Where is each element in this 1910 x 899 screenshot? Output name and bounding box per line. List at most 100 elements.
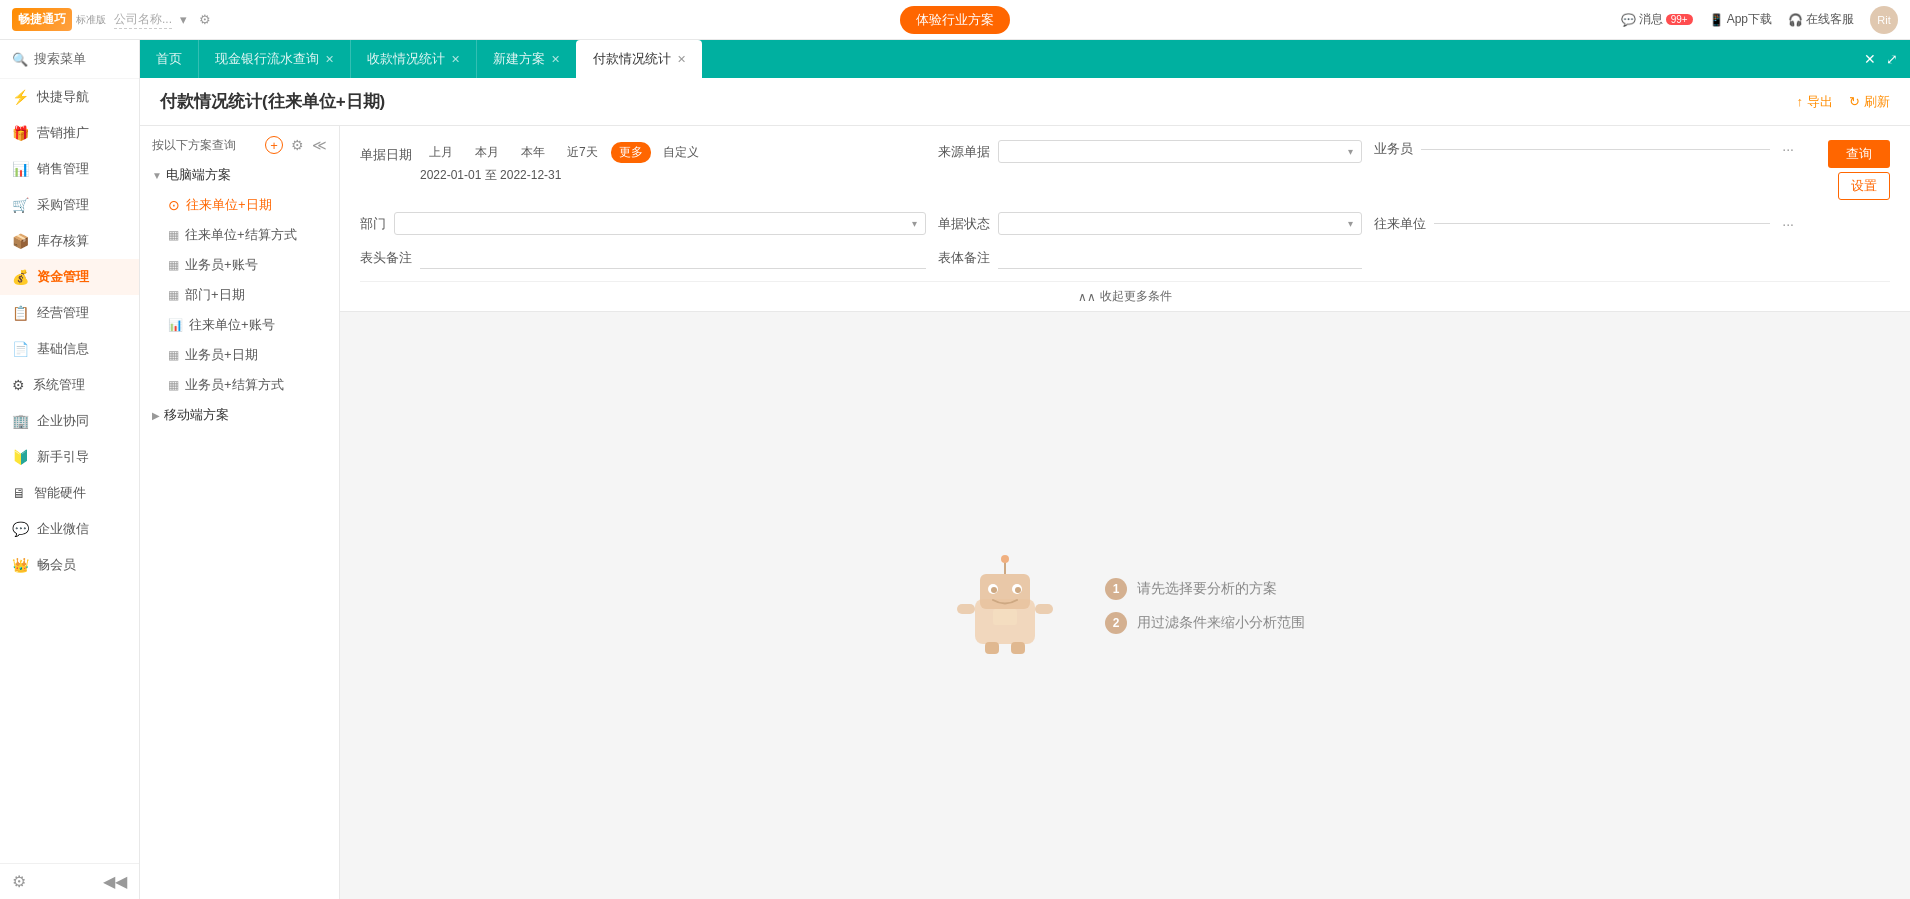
dept-label: 部门 xyxy=(360,215,386,233)
settings-icon[interactable]: ⚙ xyxy=(199,12,211,27)
sidebar-item-sales[interactable]: 📊 销售管理 xyxy=(0,151,139,187)
scheme-group-pc: ▼ 电脑端方案 ⊙ 往来单位+日期 ▦ 往来单位+结算方式 ▦ 业务员+账号 xyxy=(140,160,339,400)
tab-home[interactable]: 首页 xyxy=(140,40,198,78)
tip2-num: 2 xyxy=(1105,612,1127,634)
scheme-item-unit-date[interactable]: ⊙ 往来单位+日期 xyxy=(140,190,339,220)
date-option-7days[interactable]: 近7天 xyxy=(558,140,607,165)
settings-bottom-icon[interactable]: ⚙ xyxy=(12,872,26,891)
tab-close-new-scheme[interactable]: ✕ xyxy=(551,53,560,66)
avatar[interactable]: Rit xyxy=(1870,6,1898,34)
pc-group-expand-icon: ▼ xyxy=(152,170,162,181)
scheme-group-mobile-title[interactable]: ▶ 移动端方案 xyxy=(140,400,339,430)
basic-info-icon: 📄 xyxy=(12,341,29,357)
svg-rect-11 xyxy=(1011,642,1025,654)
tab-close-bank-flow[interactable]: ✕ xyxy=(325,53,334,66)
partner-label: 往来单位 xyxy=(1374,215,1426,233)
sidebar-item-system[interactable]: ⚙ 系统管理 xyxy=(0,367,139,403)
sidebar-item-finance[interactable]: 💰 资金管理 xyxy=(0,259,139,295)
sales-icon: 📊 xyxy=(12,161,29,177)
date-range: 2022-01-01 至 2022-12-31 xyxy=(420,167,707,184)
date-option-last-month[interactable]: 上月 xyxy=(420,140,462,165)
scheme-item-staff-account[interactable]: ▦ 业务员+账号 xyxy=(140,250,339,280)
tab-close-all-icon[interactable]: ✕ xyxy=(1864,51,1876,67)
page-header: 付款情况统计(往来单位+日期) ↑ 导出 ↻ 刷新 xyxy=(140,78,1910,126)
tab-receipt-stats[interactable]: 收款情况统计 ✕ xyxy=(350,40,476,78)
sidebar-item-basic-info[interactable]: 📄 基础信息 xyxy=(0,331,139,367)
empty-illustration xyxy=(945,544,1065,667)
sidebar-item-quick-nav[interactable]: ⚡ 快捷导航 xyxy=(0,79,139,115)
trial-btn[interactable]: 体验行业方案 xyxy=(900,6,1010,34)
svg-rect-9 xyxy=(1035,604,1053,614)
tab-bank-flow[interactable]: 现金银行流水查询 ✕ xyxy=(198,40,350,78)
svg-rect-10 xyxy=(985,642,999,654)
scheme-item-dept-date[interactable]: ▦ 部门+日期 xyxy=(140,280,339,310)
svg-rect-12 xyxy=(993,609,1017,625)
svg-rect-8 xyxy=(957,604,975,614)
date-option-this-month[interactable]: 本月 xyxy=(466,140,508,165)
inventory-icon: 📦 xyxy=(12,233,29,249)
dropdown-icon[interactable]: ▾ xyxy=(180,12,187,27)
scheme-item-unit-settle-icon: ▦ xyxy=(168,228,179,242)
settings-filter-btn[interactable]: 设置 xyxy=(1838,172,1890,200)
sidebar: 🔍 搜索菜单 ⚡ 快捷导航 🎁 营销推广 📊 销售管理 🛒 采购管理 📦 库存核… xyxy=(0,40,140,899)
export-btn[interactable]: ↑ 导出 xyxy=(1797,93,1834,111)
quick-nav-icon: ⚡ xyxy=(12,89,29,105)
sidebar-item-enterprise[interactable]: 🏢 企业协同 xyxy=(0,403,139,439)
staff-label: 业务员 xyxy=(1374,140,1413,158)
sidebar-item-operation[interactable]: 📋 经营管理 xyxy=(0,295,139,331)
hardware-icon: 🖥 xyxy=(12,485,26,501)
scheme-item-staff-account-icon: ▦ xyxy=(168,258,179,272)
sidebar-item-purchase[interactable]: 🛒 采购管理 xyxy=(0,187,139,223)
tab-payment-stats[interactable]: 付款情况统计 ✕ xyxy=(576,40,702,78)
date-option-more[interactable]: 更多 xyxy=(611,142,651,163)
sidebar-item-member[interactable]: 👑 畅会员 xyxy=(0,547,139,583)
main-body: 按以下方案查询 + ⚙ ≪ ▼ 电脑端方案 ⊙ 往来单位+日期 xyxy=(140,126,1910,899)
collapse-sidebar-icon[interactable]: ◀◀ xyxy=(103,872,127,891)
marketing-icon: 🎁 xyxy=(12,125,29,141)
app-icon: 📱 xyxy=(1709,13,1724,27)
sidebar-item-wechat[interactable]: 💬 企业微信 xyxy=(0,511,139,547)
scheme-item-staff-date[interactable]: ▦ 业务员+日期 xyxy=(140,340,339,370)
scheme-collapse-btn[interactable]: ≪ xyxy=(312,137,327,153)
query-btn[interactable]: 查询 xyxy=(1828,140,1890,168)
sidebar-item-hardware[interactable]: 🖥 智能硬件 xyxy=(0,475,139,511)
scheme-add-btn[interactable]: + xyxy=(265,136,283,154)
enterprise-icon: 🏢 xyxy=(12,413,29,429)
finance-icon: 💰 xyxy=(12,269,29,285)
msg-icon: 💬 xyxy=(1621,13,1636,27)
dept-select[interactable]: ▾ xyxy=(394,212,926,235)
scheme-group-pc-title[interactable]: ▼ 电脑端方案 xyxy=(140,160,339,190)
partner-ellipsis-btn[interactable]: ··· xyxy=(1778,216,1798,232)
tab-close-receipt-stats[interactable]: ✕ xyxy=(451,53,460,66)
empty-state: 1 请先选择要分析的方案 2 用过滤条件来缩小分析范围 xyxy=(945,544,1305,667)
source-label: 来源单据 xyxy=(938,143,990,161)
app-download-btn[interactable]: 📱 App下载 xyxy=(1709,11,1772,28)
msg-badge: 99+ xyxy=(1666,14,1693,25)
refresh-icon: ↻ xyxy=(1849,94,1860,109)
bill-status-label: 单据状态 xyxy=(938,215,990,233)
sidebar-item-marketing[interactable]: 🎁 营销推广 xyxy=(0,115,139,151)
tab-expand-icon[interactable]: ⤢ xyxy=(1886,51,1898,67)
export-icon: ↑ xyxy=(1797,94,1804,109)
bill-status-select[interactable]: ▾ xyxy=(998,212,1362,235)
refresh-btn[interactable]: ↻ 刷新 xyxy=(1849,93,1890,111)
scheme-gear-btn[interactable]: ⚙ xyxy=(291,137,304,153)
search-menu[interactable]: 🔍 搜索菜单 xyxy=(0,40,139,79)
scheme-item-staff-settle[interactable]: ▦ 业务员+结算方式 xyxy=(140,370,339,400)
tab-close-payment-stats[interactable]: ✕ xyxy=(677,53,686,66)
tip1-num: 1 xyxy=(1105,578,1127,600)
scheme-item-unit-account[interactable]: 📊 往来单位+账号 xyxy=(140,310,339,340)
date-option-this-year[interactable]: 本年 xyxy=(512,140,554,165)
sidebar-item-inventory[interactable]: 📦 库存核算 xyxy=(0,223,139,259)
sidebar-item-guide[interactable]: 🔰 新手引导 xyxy=(0,439,139,475)
tab-new-scheme[interactable]: 新建方案 ✕ xyxy=(476,40,576,78)
msg-btn[interactable]: 💬 消息 99+ xyxy=(1621,11,1693,28)
service-btn[interactable]: 🎧 在线客服 xyxy=(1788,11,1854,28)
source-select[interactable]: ▾ xyxy=(998,140,1362,163)
date-option-custom[interactable]: 自定义 xyxy=(655,141,707,164)
search-icon: 🔍 xyxy=(12,52,28,67)
scheme-item-unit-settle[interactable]: ▦ 往来单位+结算方式 xyxy=(140,220,339,250)
staff-ellipsis-btn[interactable]: ··· xyxy=(1778,141,1798,157)
collapse-more-btn[interactable]: ∧∧ 收起更多条件 xyxy=(1078,288,1172,305)
empty-tip2: 用过滤条件来缩小分析范围 xyxy=(1137,614,1305,632)
